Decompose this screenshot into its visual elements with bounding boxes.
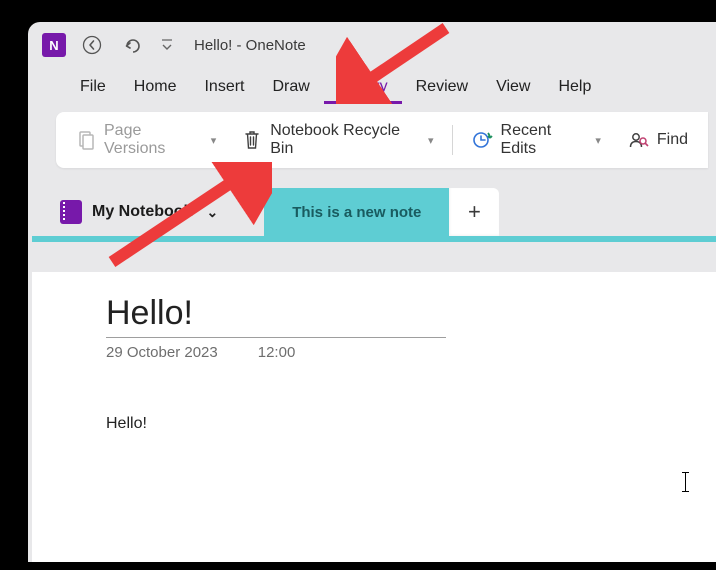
back-button[interactable]: [78, 31, 106, 59]
app-icon: N: [42, 33, 66, 57]
menu-home[interactable]: Home: [120, 72, 191, 104]
menu-file[interactable]: File: [66, 72, 120, 104]
menubar: File Home Insert Draw History Review Vie…: [28, 68, 716, 112]
window-title: Hello! - OneNote: [194, 37, 306, 54]
titlebar: N Hello! - OneNote: [28, 22, 716, 68]
undo-button[interactable]: [118, 31, 146, 59]
page-date: 29 October 2023: [106, 344, 218, 361]
ribbon-separator: [452, 125, 453, 155]
text-cursor-icon: [685, 472, 686, 492]
menu-help[interactable]: Help: [544, 72, 605, 104]
find-label: Find: [657, 131, 688, 149]
notebook-icon: [60, 200, 82, 224]
chevron-down-icon: ⌄: [206, 204, 218, 221]
onenote-window: N Hello! - OneNote File Home Insert Draw: [28, 22, 716, 562]
find-by-author-button[interactable]: Find: [619, 129, 696, 151]
menu-history[interactable]: History: [324, 72, 402, 104]
recycle-bin-label: Notebook Recycle Bin: [270, 122, 416, 158]
notebook-selector[interactable]: My Notebook ⌄: [56, 188, 234, 236]
add-section-button[interactable]: +: [449, 188, 499, 236]
page-time: 12:00: [258, 344, 296, 361]
page-versions-label: Page Versions: [104, 122, 199, 158]
recent-edits-icon: [471, 129, 493, 151]
menu-view[interactable]: View: [482, 72, 544, 104]
page-meta: 29 October 2023 12:00: [106, 344, 716, 361]
notebook-bar: My Notebook ⌄ This is a new note +: [28, 188, 716, 236]
back-arrow-icon: [82, 35, 102, 55]
qat-more-button[interactable]: [158, 31, 176, 59]
undo-icon: [121, 34, 143, 56]
recent-edits-label: Recent Edits: [501, 122, 584, 158]
find-author-icon: [627, 129, 649, 151]
ribbon: Page Versions ▾ Notebook Recycle Bin ▾ R…: [56, 112, 708, 168]
plus-icon: +: [468, 199, 481, 225]
chevron-down-icon: [161, 38, 173, 52]
page-body[interactable]: Hello!: [106, 415, 716, 433]
recycle-bin-button[interactable]: Notebook Recycle Bin ▾: [234, 122, 441, 158]
chevron-down-icon: ▾: [211, 134, 217, 147]
trash-icon: [242, 129, 262, 151]
menu-insert[interactable]: Insert: [190, 72, 258, 104]
notebook-name-label: My Notebook: [92, 203, 192, 221]
page-editor[interactable]: Hello! 29 October 2023 12:00 Hello!: [32, 272, 716, 562]
section-tab-label: This is a new note: [292, 204, 421, 221]
page-title-field[interactable]: Hello!: [106, 294, 446, 338]
section-tab-current[interactable]: This is a new note: [264, 188, 449, 236]
chevron-down-icon: ▾: [428, 134, 434, 147]
page-versions-button[interactable]: Page Versions ▾: [68, 122, 224, 158]
page-versions-icon: [76, 130, 96, 150]
section-underline: [32, 236, 716, 242]
chevron-down-icon: ▾: [595, 134, 601, 147]
menu-review[interactable]: Review: [402, 72, 482, 104]
recent-edits-button[interactable]: Recent Edits ▾: [463, 122, 609, 158]
menu-draw[interactable]: Draw: [258, 72, 323, 104]
